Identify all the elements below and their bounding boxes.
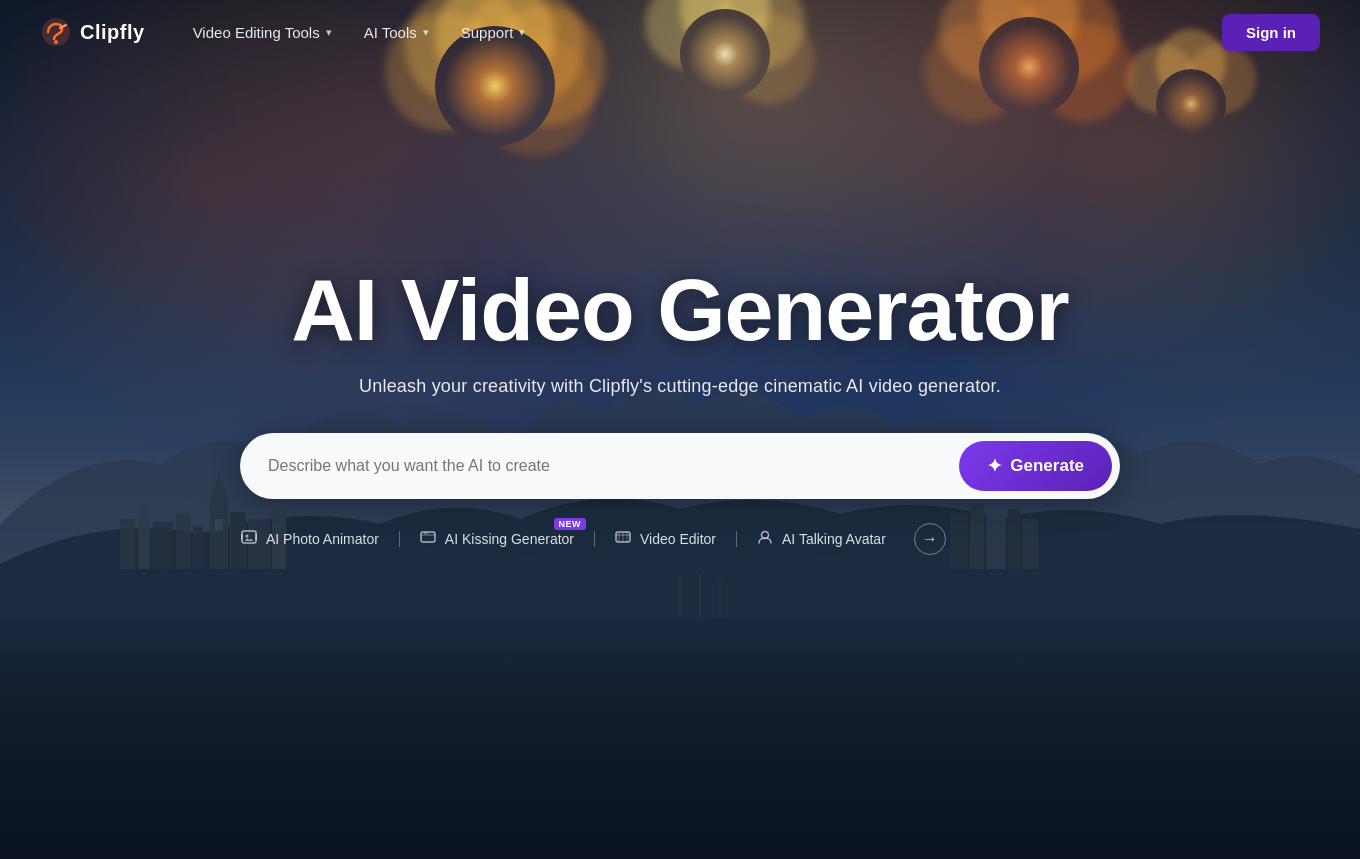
prompt-input[interactable] <box>268 457 947 475</box>
tool-video-editor[interactable]: Video Editor <box>594 528 736 550</box>
svg-rect-21 <box>242 531 256 543</box>
logo[interactable]: Clipfly <box>40 16 145 48</box>
tool-links: AI Photo Animator NEW AI Kissing Generat… <box>240 523 1120 555</box>
photo-animator-label: AI Photo Animator <box>266 531 379 547</box>
sparkle-icon: ✦ <box>987 455 1002 477</box>
nav-support[interactable]: Support ▾ <box>461 24 526 41</box>
talking-avatar-label: AI Talking Avatar <box>782 531 886 547</box>
svg-point-20 <box>54 40 58 44</box>
nav-support-label: Support <box>461 24 514 41</box>
logo-text: Clipfly <box>80 21 145 44</box>
generate-label: Generate <box>1010 456 1084 476</box>
tool-photo-animator[interactable]: AI Photo Animator <box>240 528 399 550</box>
firework-4 <box>1156 69 1226 139</box>
navbar-left: Clipfly Video Editing Tools ▾ AI Tools ▾… <box>40 16 525 48</box>
nav-video-editing-chevron-icon: ▾ <box>326 26 332 39</box>
svg-rect-22 <box>241 534 243 540</box>
nav-video-editing-label: Video Editing Tools <box>193 24 320 41</box>
sign-in-button[interactable]: Sign in <box>1222 14 1320 51</box>
nav-video-editing[interactable]: Video Editing Tools ▾ <box>193 24 332 41</box>
arrow-icon: → <box>922 530 938 548</box>
navbar: Clipfly Video Editing Tools ▾ AI Tools ▾… <box>0 0 1360 64</box>
kissing-new-badge: NEW <box>554 518 587 530</box>
photo-animator-icon <box>240 528 258 550</box>
tool-kissing-generator[interactable]: NEW AI Kissing Generator <box>399 528 594 550</box>
nav-links: Video Editing Tools ▾ AI Tools ▾ Support… <box>193 24 526 41</box>
generate-button[interactable]: ✦ Generate <box>959 441 1112 491</box>
hero-subtitle: Unleash your creativity with Clipfly's c… <box>359 376 1001 397</box>
nav-ai-tools-label: AI Tools <box>364 24 417 41</box>
video-editor-icon <box>614 528 632 550</box>
svg-point-24 <box>246 535 249 538</box>
svg-point-27 <box>424 533 426 535</box>
svg-rect-23 <box>256 534 258 540</box>
nav-support-chevron-icon: ▾ <box>519 26 525 39</box>
kissing-generator-icon <box>419 528 437 550</box>
kissing-generator-label: AI Kissing Generator <box>445 531 574 547</box>
hero-content: AI Video Generator Unleash your creativi… <box>0 264 1360 555</box>
water-reflection <box>0 618 1360 859</box>
talking-avatar-icon <box>756 528 774 550</box>
search-bar: ✦ Generate <box>240 433 1120 499</box>
tool-talking-avatar[interactable]: AI Talking Avatar <box>736 528 906 550</box>
nav-ai-tools-chevron-icon: ▾ <box>423 26 429 39</box>
logo-icon <box>40 16 72 48</box>
svg-rect-25 <box>421 532 435 542</box>
nav-ai-tools[interactable]: AI Tools ▾ <box>364 24 429 41</box>
tools-arrow-button[interactable]: → <box>914 523 946 555</box>
hero-title: AI Video Generator <box>291 264 1068 356</box>
hero-section: Clipfly Video Editing Tools ▾ AI Tools ▾… <box>0 0 1360 859</box>
svg-point-28 <box>426 533 428 535</box>
video-editor-label: Video Editor <box>640 531 716 547</box>
